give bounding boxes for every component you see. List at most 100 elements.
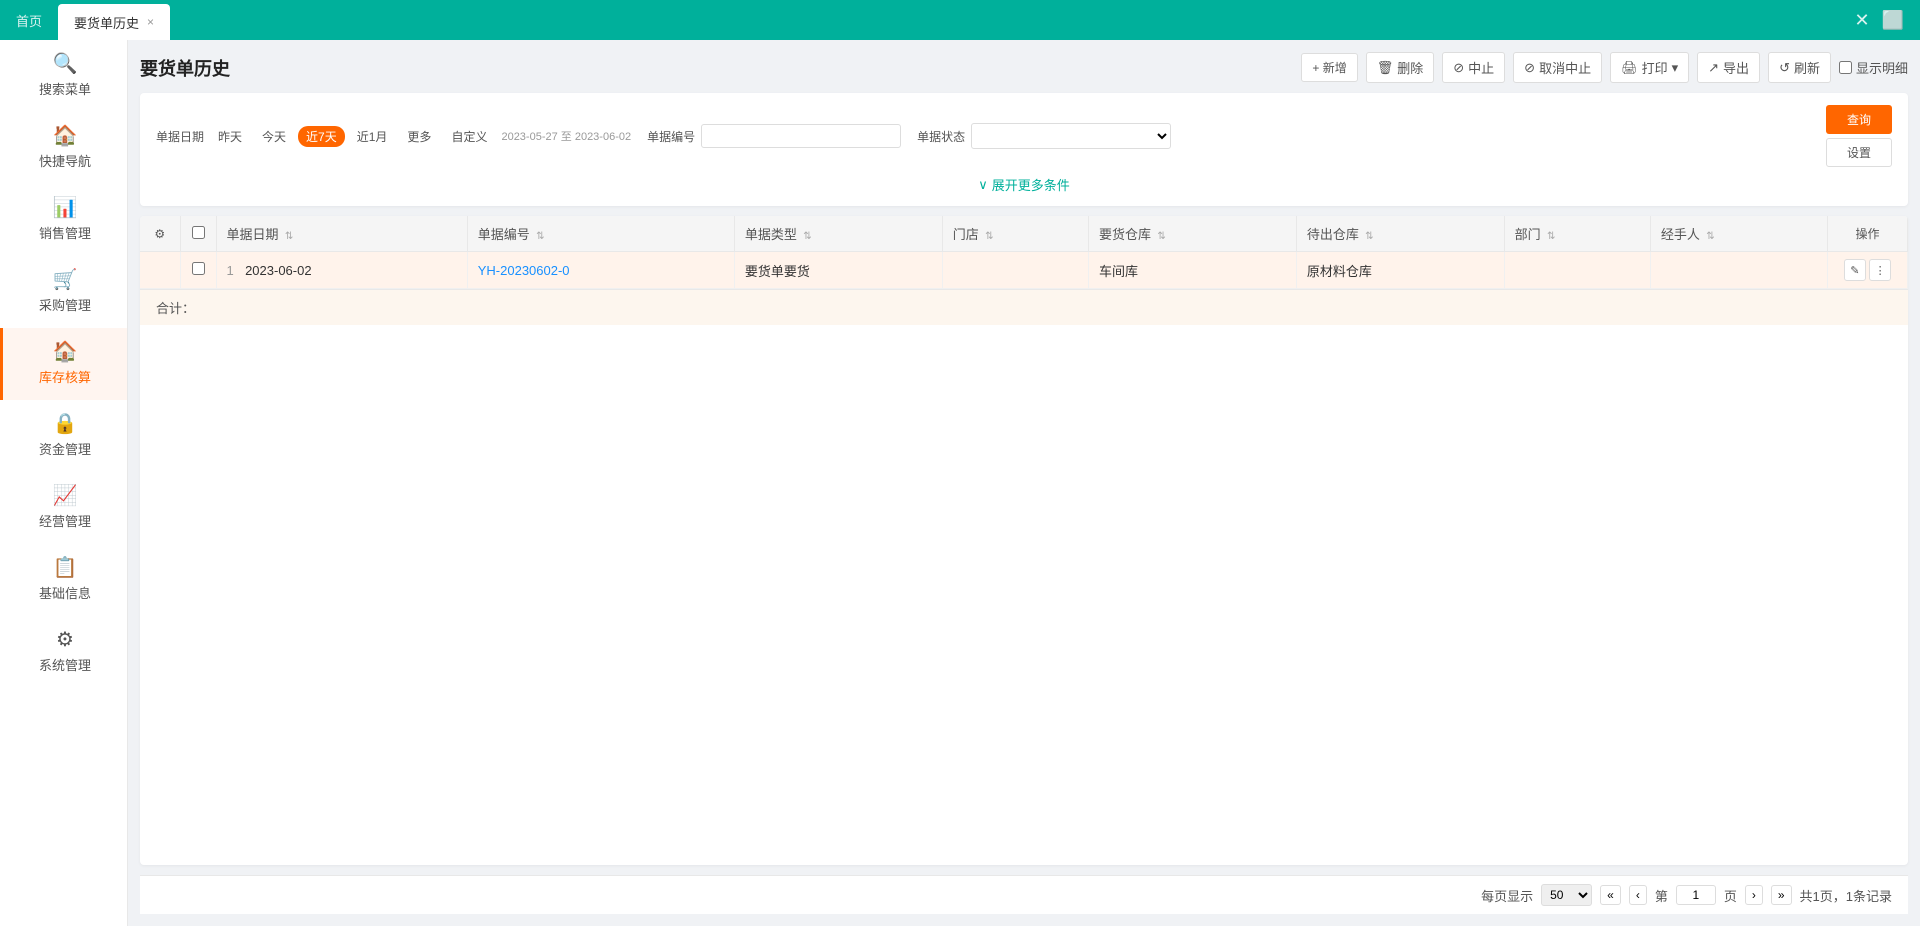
expand-label: 展开更多条件 — [992, 175, 1070, 194]
refresh-button[interactable]: ↺ 刷新 — [1768, 52, 1831, 83]
display-detail-label: 显示明细 — [1839, 58, 1908, 77]
prev-page-button[interactable]: ‹ — [1629, 885, 1647, 905]
th-handler[interactable]: 经手人 ⇅ — [1650, 216, 1827, 252]
page-title: 要货单历史 — [140, 55, 230, 81]
tab-yh-history[interactable]: 要货单历史 × — [58, 4, 170, 40]
main-layout: 🔍 搜索菜单 🏠 快捷导航 📊 销售管理 🛒 采购管理 🏠 库存核算 🔒 资金管… — [0, 40, 1920, 926]
shortcut-more[interactable]: 更多 — [399, 126, 439, 147]
shortcut-today[interactable]: 今天 — [254, 126, 294, 147]
sidebar-item-search[interactable]: 🔍 搜索菜单 — [0, 40, 127, 112]
tab-home[interactable]: 首页 — [0, 0, 58, 40]
toolbar: + 新增 🗑 删除 ⊘ 中止 ⊘ 取消中止 🖨 打印 ▾ — [1301, 52, 1908, 83]
refresh-label: 刷新 — [1794, 58, 1820, 77]
row-checkbox[interactable] — [192, 262, 205, 275]
sidebar-item-sales[interactable]: 📊 销售管理 — [0, 184, 127, 256]
expand-conditions-button[interactable]: ∨ 展开更多条件 — [978, 175, 1070, 194]
row-more-icon[interactable]: ⋮ — [1869, 259, 1891, 281]
filter-area: 单据日期 昨天 今天 近7天 近1月 更多 自定义 2023-05-27 至 2… — [140, 93, 1908, 206]
date-filter-label: 单据日期 — [156, 128, 204, 145]
shortcut-yesterday[interactable]: 昨天 — [210, 126, 250, 147]
last-page-button[interactable]: » — [1771, 885, 1792, 905]
th-doc-no[interactable]: 单据编号 ⇅ — [467, 216, 734, 252]
sidebar-item-system[interactable]: ⚙ 系统管理 — [0, 616, 127, 688]
th-date-label: 单据日期 — [227, 227, 279, 242]
status-filter-group: 单据状态 — [917, 123, 1171, 149]
select-all-checkbox[interactable] — [192, 226, 205, 239]
sidebar-item-operations[interactable]: 📈 经营管理 — [0, 472, 127, 544]
th-req-warehouse[interactable]: 要货仓库 ⇅ — [1088, 216, 1296, 252]
sidebar-item-sales-label: 销售管理 — [39, 223, 91, 242]
new-button[interactable]: + 新增 — [1301, 53, 1357, 82]
basic-icon: 📋 — [53, 558, 78, 578]
row-req-warehouse-cell: 车间库 — [1088, 252, 1296, 289]
export-button[interactable]: ↗ 导出 — [1697, 52, 1760, 83]
sidebar-item-inventory[interactable]: 🏠 库存核算 — [0, 328, 127, 400]
window-close-icon[interactable]: ✕ — [1854, 10, 1869, 31]
doc-no-input[interactable] — [701, 124, 901, 148]
print-button[interactable]: 🖨 打印 ▾ — [1610, 52, 1689, 83]
th-pending-warehouse-label: 待出仓库 — [1307, 227, 1359, 242]
row-edit-icon[interactable]: ✎ — [1844, 259, 1866, 281]
cancel-stop-icon: ⊘ — [1524, 60, 1535, 76]
shortcut-custom[interactable]: 自定义 — [443, 126, 495, 147]
page-size-select[interactable]: 50 10 20 100 — [1541, 884, 1592, 906]
th-req-warehouse-label: 要货仓库 — [1099, 227, 1151, 242]
th-dept[interactable]: 部门 ⇅ — [1504, 216, 1650, 252]
display-detail-text: 显示明细 — [1856, 58, 1908, 77]
th-doc-no-label: 单据编号 — [478, 227, 530, 242]
sidebar-item-finance[interactable]: 🔒 资金管理 — [0, 400, 127, 472]
next-page-button[interactable]: › — [1745, 885, 1763, 905]
sidebar: 🔍 搜索菜单 🏠 快捷导航 📊 销售管理 🛒 采购管理 🏠 库存核算 🔒 资金管… — [0, 40, 128, 926]
window-maximize-icon[interactable]: ⬜ — [1882, 10, 1904, 31]
first-page-button[interactable]: « — [1600, 885, 1621, 905]
filter-actions: 查询 设置 — [1826, 105, 1892, 167]
sidebar-item-purchase-label: 采购管理 — [39, 295, 91, 314]
th-store-label: 门店 — [953, 227, 979, 242]
th-settings: ⚙ — [140, 216, 180, 252]
shortcut-1month[interactable]: 近1月 — [349, 126, 396, 147]
th-date[interactable]: 单据日期 ⇅ — [216, 216, 467, 252]
th-store[interactable]: 门店 ⇅ — [942, 216, 1088, 252]
status-select[interactable] — [971, 123, 1171, 149]
doc-no-filter-group: 单据编号 — [647, 124, 901, 148]
row-store-cell — [942, 252, 1088, 289]
expand-row: ∨ 展开更多条件 — [156, 175, 1892, 194]
display-detail-checkbox[interactable] — [1839, 61, 1852, 74]
row-date: 2023-06-02 — [245, 263, 312, 278]
stop-button[interactable]: ⊘ 中止 — [1442, 52, 1505, 83]
sort-dept-icon: ⇅ — [1547, 231, 1555, 242]
data-table: ⚙ 单据日期 ⇅ 单据编号 ⇅ 单据类型 — [140, 216, 1908, 289]
home-icon: 🏠 — [53, 126, 78, 146]
th-checkbox — [180, 216, 216, 252]
cancel-stop-label: 取消中止 — [1539, 58, 1591, 77]
query-button[interactable]: 查询 — [1826, 105, 1892, 134]
cancel-stop-button[interactable]: ⊘ 取消中止 — [1513, 52, 1602, 83]
row-settings-cell — [140, 252, 180, 289]
delete-button[interactable]: 🗑 删除 — [1366, 52, 1435, 83]
tab-home-label: 首页 — [16, 11, 42, 30]
sidebar-item-system-label: 系统管理 — [39, 655, 91, 674]
print-label: 打印 — [1642, 58, 1668, 77]
th-doc-type[interactable]: 单据类型 ⇅ — [734, 216, 942, 252]
tab-close-icon[interactable]: × — [147, 16, 154, 28]
row-checkbox-cell — [180, 252, 216, 289]
date-range-display: 2023-05-27 至 2023-06-02 — [501, 128, 631, 144]
sidebar-item-quick-nav[interactable]: 🏠 快捷导航 — [0, 112, 127, 184]
search-icon: 🔍 — [53, 54, 78, 74]
top-bar: 首页 要货单历史 × ✕ ⬜ — [0, 0, 1920, 40]
page-number-input[interactable] — [1676, 885, 1716, 905]
table-container: ⚙ 单据日期 ⇅ 单据编号 ⇅ 单据类型 — [140, 216, 1908, 865]
row-pending-warehouse: 原材料仓库 — [1307, 264, 1372, 279]
th-pending-warehouse[interactable]: 待出仓库 ⇅ — [1296, 216, 1504, 252]
sidebar-item-basic[interactable]: 📋 基础信息 — [0, 544, 127, 616]
shortcut-7days[interactable]: 近7天 — [298, 126, 345, 147]
page-go-label: 第 — [1655, 886, 1668, 905]
content: 要货单历史 + 新增 🗑 删除 ⊘ 中止 ⊘ 取消中止 🖨 打印 — [128, 40, 1920, 926]
date-shortcuts: 昨天 今天 近7天 近1月 更多 自定义 — [210, 126, 495, 147]
row-doc-no-link[interactable]: YH-20230602-0 — [478, 263, 570, 278]
sidebar-item-purchase[interactable]: 🛒 采购管理 — [0, 256, 127, 328]
export-label: 导出 — [1723, 58, 1749, 77]
filter-settings-button[interactable]: 设置 — [1826, 138, 1892, 167]
chevron-down-icon: ∨ — [978, 177, 988, 193]
th-dept-label: 部门 — [1515, 227, 1541, 242]
